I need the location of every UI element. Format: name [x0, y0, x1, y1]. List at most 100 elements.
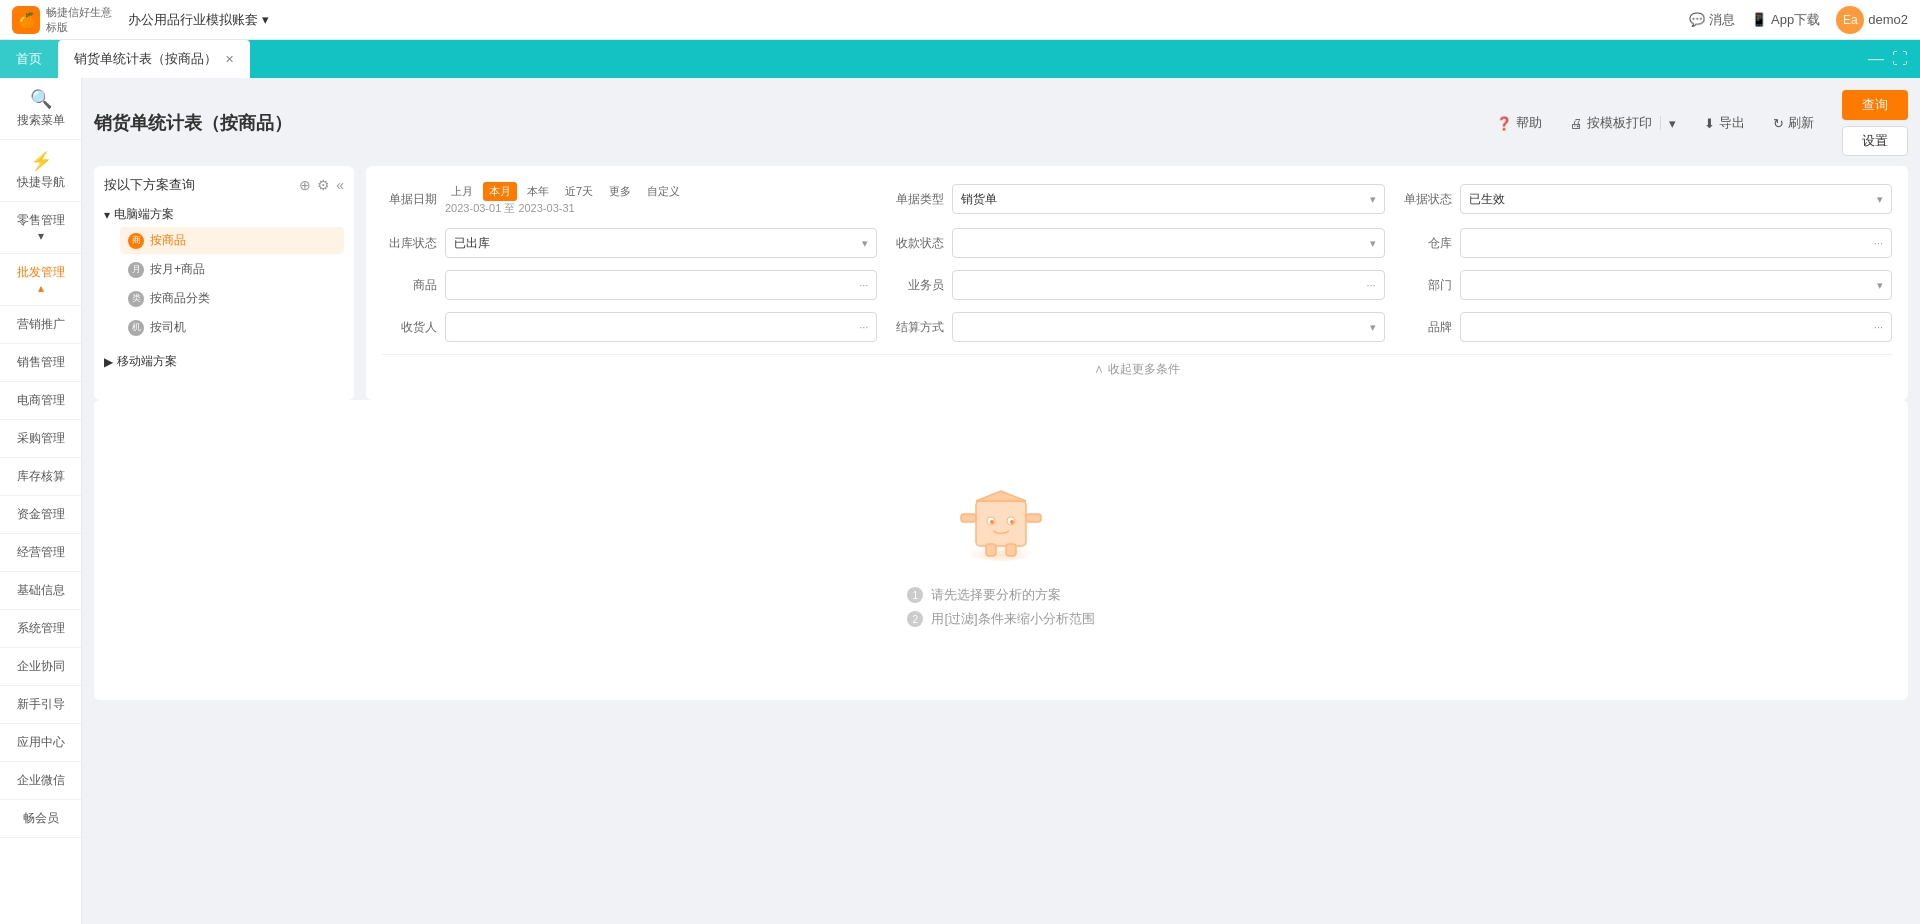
settings-button[interactable]: 设置: [1842, 126, 1908, 156]
recipient-filter-control[interactable]: ···: [445, 312, 877, 342]
status-filter-field: 单据状态 已生效 ▾: [1397, 184, 1892, 214]
export-button[interactable]: ⬇ 导出: [1696, 110, 1753, 136]
type-filter-control[interactable]: 销货单 ▾: [952, 184, 1384, 214]
payment-method-filter-control[interactable]: ▾: [952, 312, 1384, 342]
app-selector[interactable]: 办公用品行业模拟账套 ▾: [120, 7, 277, 33]
tab-minimize-icon[interactable]: —: [1868, 50, 1884, 68]
sidebar-item-marketing[interactable]: 营销推广: [0, 306, 81, 344]
brand-filter-control[interactable]: ···: [1460, 312, 1892, 342]
tab-close-icon[interactable]: ✕: [225, 53, 234, 66]
sidebar-item-member[interactable]: 畅会员: [0, 800, 81, 838]
user-profile[interactable]: Ea demo2: [1836, 6, 1908, 34]
warehouse-filter-control[interactable]: ···: [1460, 228, 1892, 258]
top-header: 🍊 畅捷信好生意 标版 办公用品行业模拟账套 ▾ 💬 消息 📱 App下载 Ea…: [0, 0, 1920, 40]
product-label: 商品: [382, 277, 437, 294]
page-title-bar: 销货单统计表（按商品） ❓ 帮助 🖨 按模板打印 ▾ ⬇ 导出: [94, 90, 1908, 156]
status-arrow-icon: ▾: [1877, 193, 1883, 206]
query-button[interactable]: 查询: [1842, 90, 1908, 120]
report-tab-label: 销货单统计表（按商品）: [74, 50, 217, 68]
sidebar-item-coop[interactable]: 企业协同: [0, 648, 81, 686]
tab-home[interactable]: 首页: [0, 40, 58, 78]
sidebar-item-sales[interactable]: 销售管理: [0, 344, 81, 382]
filter-row-3: 商品 ··· 业务员 ···: [382, 270, 1892, 300]
filter-row-2: 出库状态 已出库 ▾ 收款状态 ▾: [382, 228, 1892, 258]
scheme-item-by-category[interactable]: 类 按商品分类: [120, 285, 344, 312]
sidebar-item-system[interactable]: 系统管理: [0, 610, 81, 648]
salesperson-filter-control[interactable]: ···: [952, 270, 1384, 300]
out-status-filter-field: 出库状态 已出库 ▾: [382, 228, 877, 258]
scheme-item-by-product[interactable]: 商 按商品: [120, 227, 344, 254]
recipient-more-icon: ···: [859, 321, 868, 333]
product-filter-field: 商品 ···: [382, 270, 877, 300]
scheme-item-by-month-product[interactable]: 月 按月+商品: [120, 256, 344, 283]
payment-method-arrow-icon: ▾: [1370, 321, 1376, 334]
scheme-settings-icon[interactable]: ⚙: [317, 177, 330, 193]
app-download-button[interactable]: 📱 App下载: [1751, 11, 1820, 29]
tip-num-2: 2: [907, 611, 923, 627]
sidebar-item-retail[interactable]: 零售管理 ▾: [0, 202, 81, 254]
page-title: 销货单统计表（按商品）: [94, 111, 292, 135]
date-btn-this-year[interactable]: 本年: [521, 182, 555, 201]
sidebar-item-inventory[interactable]: 库存核算: [0, 458, 81, 496]
tab-maximize-icon[interactable]: ⛶: [1892, 50, 1908, 68]
refresh-button[interactable]: ↻ 刷新: [1765, 110, 1822, 136]
filter-layout: 按以下方案查询 ⊕ ⚙ « ▾ 电脑端方案: [94, 166, 1908, 400]
salesperson-filter-field: 业务员 ···: [889, 270, 1384, 300]
department-arrow-icon: ▾: [1877, 279, 1883, 292]
payment-status-filter-control[interactable]: ▾: [952, 228, 1384, 258]
message-button[interactable]: 💬 消息: [1689, 11, 1735, 29]
date-btn-custom[interactable]: 自定义: [641, 182, 686, 201]
svg-rect-7: [961, 514, 976, 522]
search-icon: 🔍: [4, 88, 77, 110]
department-filter-control[interactable]: ▾: [1460, 270, 1892, 300]
sidebar-item-purchase[interactable]: 采购管理: [0, 420, 81, 458]
date-btn-last-month[interactable]: 上月: [445, 182, 479, 201]
chevron-right-icon: ▾: [104, 208, 110, 222]
right-filter-panel: 单据日期 上月 本月 本年 近7天 更多 自定义 20: [366, 166, 1908, 400]
out-status-filter-control[interactable]: 已出库 ▾: [445, 228, 877, 258]
payment-status-arrow-icon: ▾: [1370, 237, 1376, 250]
date-btn-7days[interactable]: 近7天: [559, 182, 599, 201]
sidebar-item-finance[interactable]: 资金管理: [0, 496, 81, 534]
date-range-text: 2023-03-01 至 2023-03-31: [445, 201, 877, 216]
scheme-list: 商 按商品 月 按月+商品 类 按商品分类: [104, 227, 344, 341]
sidebar-item-wholesale[interactable]: 批发管理 ▴: [0, 254, 81, 306]
sidebar-search[interactable]: 🔍 搜索菜单: [0, 78, 81, 140]
status-filter-control[interactable]: 已生效 ▾: [1460, 184, 1892, 214]
collapse-button[interactable]: ∧ 收起更多条件: [382, 354, 1892, 384]
brand-more-icon: ···: [1874, 321, 1883, 333]
sidebar-item-ecommerce[interactable]: 电商管理: [0, 382, 81, 420]
type-value: 销货单: [961, 191, 1365, 208]
desktop-scheme-header[interactable]: ▾ 电脑端方案: [104, 202, 344, 227]
payment-method-filter-field: 结算方式 ▾: [889, 312, 1384, 342]
mobile-scheme-header[interactable]: ▶ 移动端方案: [104, 349, 344, 374]
sidebar-item-operation[interactable]: 经营管理: [0, 534, 81, 572]
scheme-panel-actions: ⊕ ⚙ «: [299, 177, 344, 193]
department-filter-field: 部门 ▾: [1397, 270, 1892, 300]
warehouse-more-icon: ···: [1874, 237, 1883, 249]
product-filter-control[interactable]: ···: [445, 270, 877, 300]
header-left: 🍊 畅捷信好生意 标版 办公用品行业模拟账套 ▾: [12, 5, 277, 34]
date-btn-more[interactable]: 更多: [603, 182, 637, 201]
filter-row-1: 单据日期 上月 本月 本年 近7天 更多 自定义 20: [382, 182, 1892, 216]
sidebar-item-wechat[interactable]: 企业微信: [0, 762, 81, 800]
print-arrow-icon: ▾: [1669, 116, 1676, 131]
sidebar-item-guide[interactable]: 新手引导: [0, 686, 81, 724]
sidebar-item-quick-nav[interactable]: ⚡ 快捷导航: [0, 140, 81, 202]
empty-state: 1 请先选择要分析的方案 2 用[过滤]条件来缩小分析范围: [94, 406, 1908, 694]
sidebar-item-apps[interactable]: 应用中心: [0, 724, 81, 762]
sidebar: 🔍 搜索菜单 ⚡ 快捷导航 零售管理 ▾ 批发管理 ▴ 营销推广 销售管理 电商…: [0, 78, 82, 924]
date-btn-this-month[interactable]: 本月: [483, 182, 517, 201]
svg-rect-8: [1026, 514, 1041, 522]
tab-report[interactable]: 销货单统计表（按商品） ✕: [58, 40, 250, 78]
scheme-collapse-icon[interactable]: «: [336, 177, 344, 193]
help-button[interactable]: ❓ 帮助: [1488, 110, 1550, 136]
scheme-item-by-cashier[interactable]: 机 按司机: [120, 314, 344, 341]
sidebar-item-basic[interactable]: 基础信息: [0, 572, 81, 610]
type-arrow-icon: ▾: [1370, 193, 1376, 206]
separator: [1660, 116, 1661, 130]
empty-tip-1: 1 请先选择要分析的方案: [907, 586, 1094, 604]
empty-tip-2: 2 用[过滤]条件来缩小分析范围: [907, 610, 1094, 628]
scheme-add-icon[interactable]: ⊕: [299, 177, 311, 193]
print-button[interactable]: 🖨 按模板打印 ▾: [1562, 110, 1684, 136]
